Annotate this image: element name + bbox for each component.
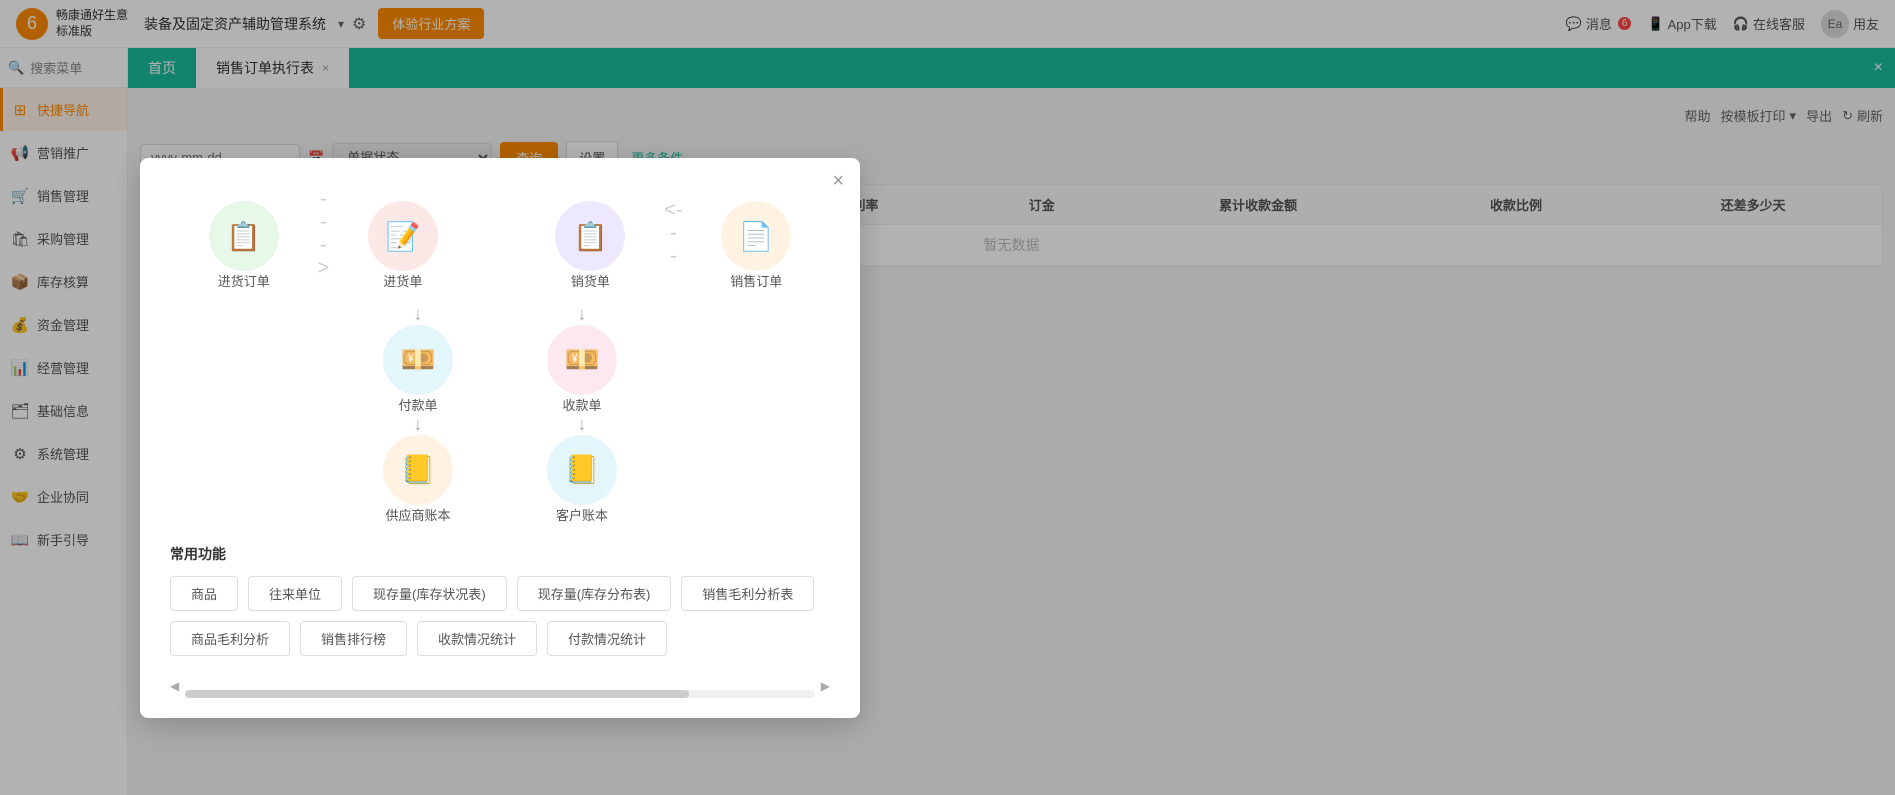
payment-bill-circle[interactable]: 💴 — [383, 325, 453, 395]
scroll-right-arrow[interactable]: ▶ — [821, 679, 830, 693]
customer-ledger-label: 客户账本 — [556, 505, 608, 524]
customer-ledger-icon: 📒 — [565, 453, 600, 486]
common-functions: 常用功能 商品 往来单位 现存量(库存状况表) 现存量(库存分布表) 销售毛利分… — [170, 544, 830, 656]
scrollbar-thumb[interactable] — [185, 690, 689, 698]
common-btn-stock-dist[interactable]: 现存量(库存分布表) — [517, 576, 672, 611]
receipt-bill-label: 收款单 — [562, 395, 601, 414]
common-btn-sales-rank[interactable]: 销售排行榜 — [300, 621, 407, 656]
sales-order-icon: 📄 — [739, 220, 774, 253]
popup-overlay[interactable]: × 📋 进货订单 - - -> 📝 进货单 — [0, 0, 1895, 795]
purchase-order-label: 进货订单 — [218, 271, 270, 290]
popup-close-btn[interactable]: × — [832, 170, 844, 193]
flow-col-supplier-ledger: 📒 供应商账本 — [356, 435, 480, 524]
sales-bill-circle[interactable]: 📋 — [555, 201, 625, 271]
sales-bill-icon: 📋 — [573, 220, 608, 253]
common-btns: 商品 往来单位 现存量(库存状况表) 现存量(库存分布表) 销售毛利分析表 商品… — [170, 576, 830, 656]
common-btn-goods[interactable]: 商品 — [170, 576, 238, 611]
common-btn-receipt-stats[interactable]: 收款情况统计 — [417, 621, 537, 656]
purchase-order-icon: 📋 — [226, 220, 261, 253]
sales-bill-label: 销货单 — [571, 271, 610, 290]
common-btn-units[interactable]: 往来单位 — [248, 576, 342, 611]
common-functions-title: 常用功能 — [170, 544, 830, 564]
payment-bill-label: 付款单 — [398, 395, 437, 414]
flow-col-sales-bill: 📋 销货单 — [517, 201, 664, 290]
purchase-bill-label: 进货单 — [383, 271, 422, 290]
flow-chart: 📋 进货订单 - - -> 📝 进货单 — [170, 188, 830, 524]
common-btn-stock-status[interactable]: 现存量(库存状况表) — [352, 576, 507, 611]
flow-col-purchase-bill: 📝 进货单 — [329, 201, 476, 290]
purchase-bill-circle[interactable]: 📝 — [368, 201, 438, 271]
purchase-bill-icon: 📝 — [385, 220, 420, 253]
customer-ledger-circle[interactable]: 📒 — [547, 435, 617, 505]
sales-order-circle[interactable]: 📄 — [721, 201, 791, 271]
arrow-right-1: - - -> — [317, 188, 329, 304]
flow-col-payment-bill: 💴 付款单 — [356, 325, 480, 414]
receipt-bill-circle[interactable]: 💴 — [547, 325, 617, 395]
flow-col-purchase-order: 📋 进货订单 — [170, 201, 317, 290]
purchase-order-circle[interactable]: 📋 — [209, 201, 279, 271]
arrow-left-1: <- - - — [664, 199, 682, 292]
sales-order-label: 销售订单 — [730, 271, 782, 290]
payment-bill-icon: 💴 — [401, 343, 436, 376]
scroll-left-arrow[interactable]: ◀ — [170, 679, 179, 693]
common-btn-sales-gross[interactable]: 销售毛利分析表 — [681, 576, 814, 611]
flow-col-receipt-bill: 💴 收款单 — [520, 325, 644, 414]
common-btn-goods-gross[interactable]: 商品毛利分析 — [170, 621, 290, 656]
supplier-ledger-icon: 📒 — [401, 453, 436, 486]
flow-col-customer-ledger: 📒 客户账本 — [520, 435, 644, 524]
supplier-ledger-circle[interactable]: 📒 — [383, 435, 453, 505]
supplier-ledger-label: 供应商账本 — [385, 505, 450, 524]
receipt-bill-icon: 💴 — [565, 343, 600, 376]
common-btn-payment-stats[interactable]: 付款情况统计 — [547, 621, 667, 656]
popup: × 📋 进货订单 - - -> 📝 进货单 — [140, 158, 860, 718]
flow-col-sales-order: 📄 销售订单 — [682, 201, 829, 290]
